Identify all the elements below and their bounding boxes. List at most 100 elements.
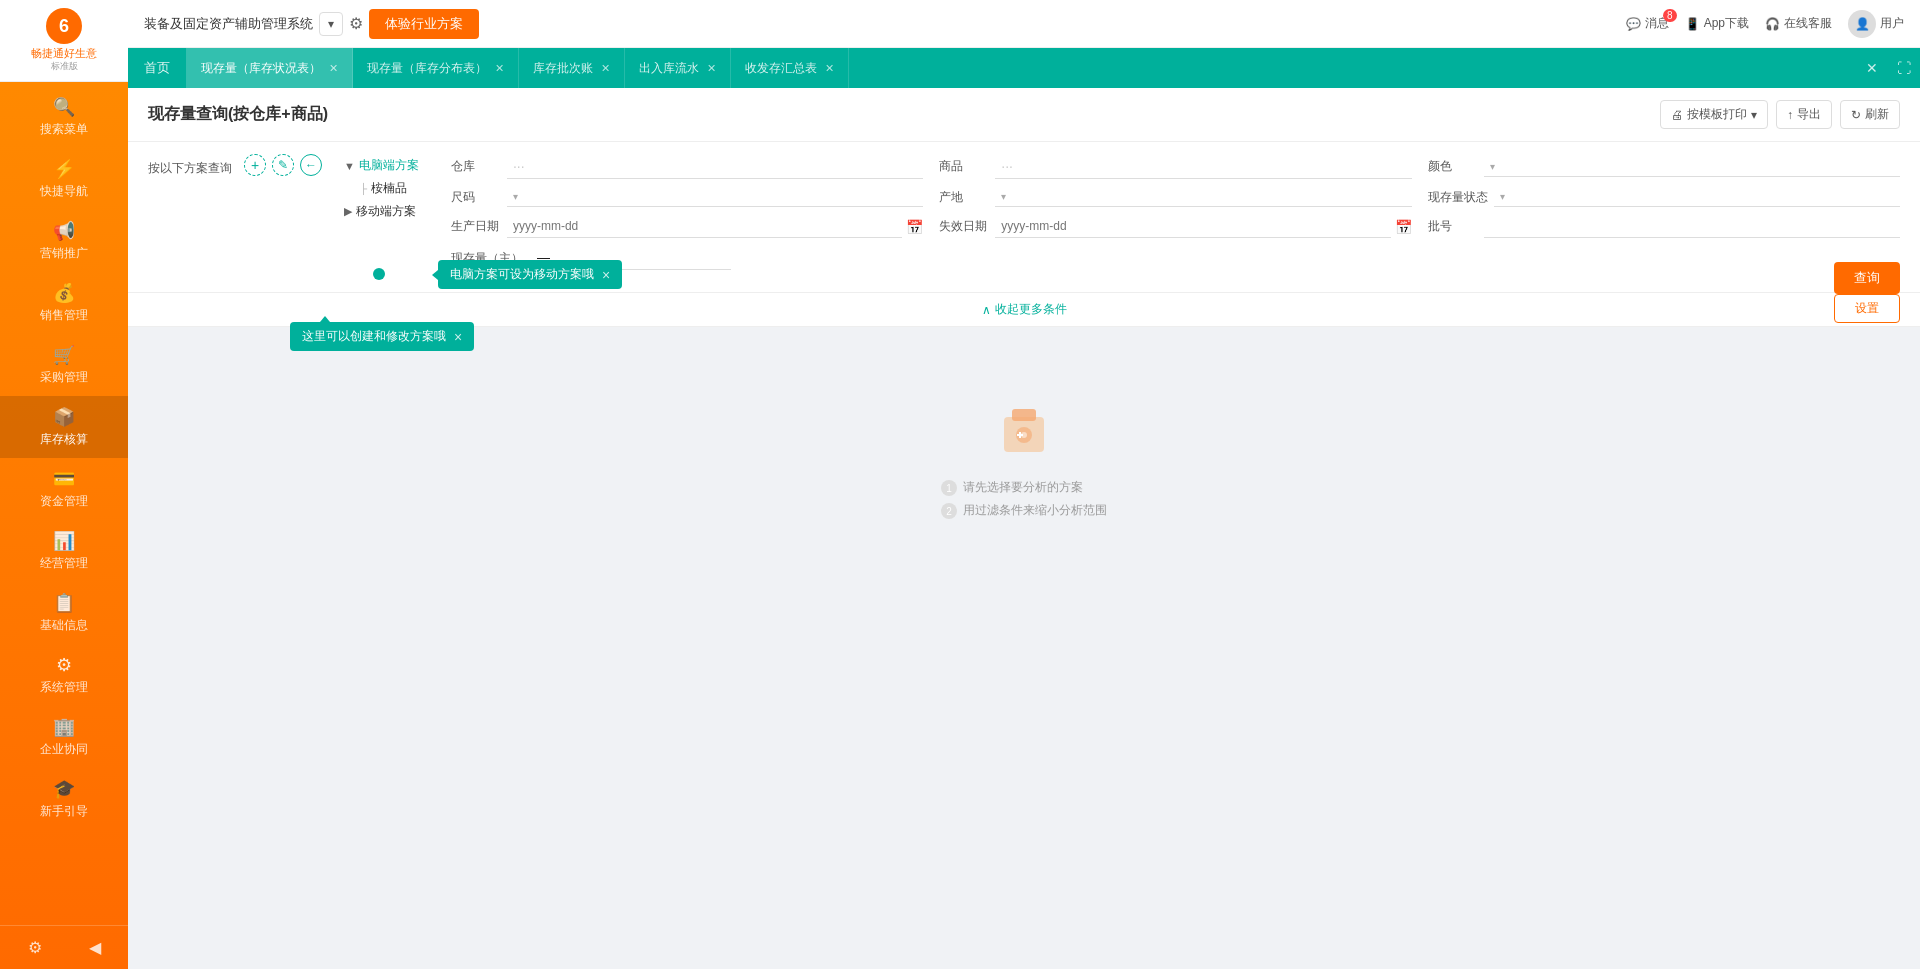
tree-toggle-desktop: ▼ [344,160,355,172]
prod-date-from-input[interactable] [507,215,902,238]
create-scheme-tooltip-close-btn[interactable]: × [454,329,462,345]
warehouse-dots: ··· [513,158,525,174]
goods-select[interactable]: ··· [995,154,1411,179]
stock-status-label: 现存量状态 [1428,189,1488,206]
add-scheme-btn[interactable]: + [244,154,266,176]
sidebar-item-guide[interactable]: 🎓 新手引导 [0,768,128,830]
sidebar-item-marketing[interactable]: 📢 营销推广 [0,210,128,272]
system-dropdown-btn[interactable]: ▾ [319,12,343,36]
empty-state-steps: 1 请先选择要分析的方案 2 用过滤条件来缩小分析范围 [941,479,1107,519]
size-select[interactable]: ▾ [507,187,923,207]
tab-collect-summary[interactable]: 收发存汇总表 ✕ [731,48,849,88]
batch-label: 批号 [1428,218,1478,235]
set-btn[interactable]: 设置 [1834,294,1900,323]
collapse-btn[interactable]: ∧ 收起更多条件 [982,301,1067,318]
origin-select[interactable]: ▾ [995,187,1411,207]
scheme-tree-desktop[interactable]: ▼ 电脑端方案 [344,154,419,177]
tab-batch-account-close[interactable]: ✕ [601,62,610,75]
export-label: 导出 [1797,106,1821,123]
sidebar-item-quick-nav[interactable]: ⚡ 快捷导航 [0,148,128,210]
sidebar-item-finance[interactable]: 💳 资金管理 [0,458,128,520]
sidebar-item-label: 经营管理 [40,555,88,572]
close-tab-btn[interactable]: ✕ [1856,48,1888,88]
sidebar-item-enterprise[interactable]: 🏢 企业协同 [0,706,128,768]
system-name-text: 装备及固定资产辅助管理系统 [144,15,313,33]
prod-date-calendar-icon[interactable]: 📅 [906,219,923,235]
scheme-tooltip-close-btn[interactable]: × [602,267,610,283]
warehouse-label: 仓库 [451,158,501,175]
sidebar-logo: 6 畅捷通好生意 标准版 [0,0,128,82]
sidebar-item-label: 基础信息 [40,617,88,634]
purchase-icon: 🛒 [53,344,75,366]
tab-batch-account-label: 库存批次账 [533,60,593,77]
sidebar-item-inventory[interactable]: 📦 库存核算 [0,396,128,458]
window-btns: ✕ ⛶ [1856,48,1920,88]
scheme-tree-desktop-sub[interactable]: ├ 桉楠品 [360,177,419,200]
filter-stock-main-row: 现存量（主） — [451,246,1900,270]
quick-nav-icon: ⚡ [53,158,75,180]
prod-date-range: 📅 [507,215,923,238]
sidebar-collapse-btn[interactable]: ◀ [85,934,105,961]
tab-inventory-dist[interactable]: 现存量（库存分布表） ✕ [353,48,519,88]
search-btn[interactable]: 查询 [1834,262,1900,294]
scheme-tree-mobile[interactable]: ▶ 移动端方案 [344,200,419,223]
expire-date-calendar-icon[interactable]: 📅 [1395,219,1412,235]
export-btn[interactable]: ↑ 导出 [1776,100,1832,129]
tab-in-out-flow-close[interactable]: ✕ [707,62,716,75]
arrow-scheme-btn[interactable]: ← [300,154,322,176]
tab-collect-summary-label: 收发存汇总表 [745,60,817,77]
sidebar-settings-btn[interactable]: ⚙ [24,934,46,961]
empty-state: 1 请先选择要分析的方案 2 用过滤条件来缩小分析范围 [128,327,1920,579]
sidebar-item-basic-info[interactable]: 📋 基础信息 [0,582,128,644]
sales-icon: 💰 [53,282,75,304]
color-select[interactable]: ▾ [1484,157,1900,177]
sidebar-item-label: 系统管理 [40,679,88,696]
tab-in-out-flow[interactable]: 出入库流水 ✕ [625,48,731,88]
sidebar-item-sales[interactable]: 💰 销售管理 [0,272,128,334]
tab-home-label: 首页 [144,59,170,77]
tab-inventory-status[interactable]: 现存量（库存状况表） ✕ [187,48,353,88]
phone-icon: 📱 [1685,17,1700,31]
expire-date-label: 失效日期 [939,218,989,235]
filter-goods-field: 商品 ··· [939,154,1411,179]
origin-chevron-icon: ▾ [1001,191,1006,202]
svg-rect-1 [1012,409,1036,421]
tab-home[interactable]: 首页 [128,48,187,88]
tree-toggle-mobile: ▶ [344,205,352,218]
search-menu-icon: 🔍 [53,96,75,118]
filter-warehouse-field: 仓库 ··· [451,154,923,179]
sidebar-footer: ⚙ ◀ [0,925,128,969]
header-settings-icon[interactable]: ⚙ [349,14,363,33]
sidebar-item-purchase[interactable]: 🛒 采购管理 [0,334,128,396]
empty-step-1: 1 请先选择要分析的方案 [941,479,1083,496]
dropdown-arrow-icon: ▾ [328,17,334,31]
app-download-label: App下载 [1704,15,1749,32]
edit-scheme-btn[interactable]: ✎ [272,154,294,176]
warehouse-select[interactable]: ··· [507,154,923,179]
tab-batch-account[interactable]: 库存批次账 ✕ [519,48,625,88]
sidebar-item-system[interactable]: ⚙ 系统管理 [0,644,128,706]
origin-label: 产地 [939,189,989,206]
sidebar: 6 畅捷通好生意 标准版 🔍 搜索菜单 ⚡ 快捷导航 📢 营销推广 💰 销售管理… [0,0,128,969]
sidebar-item-search-menu[interactable]: 🔍 搜索菜单 [0,86,128,148]
sidebar-nav: 🔍 搜索菜单 ⚡ 快捷导航 📢 营销推广 💰 销售管理 🛒 采购管理 📦 库存核… [0,82,128,925]
tab-collect-summary-close[interactable]: ✕ [825,62,834,75]
filter-color-field: 颜色 ▾ [1428,154,1900,179]
tab-inventory-status-close[interactable]: ✕ [329,62,338,75]
step2-text: 用过滤条件来缩小分析范围 [963,502,1107,519]
online-support-btn[interactable]: 🎧 在线客服 [1765,15,1832,32]
scheme-mobile-label: 移动端方案 [356,203,416,220]
expire-date-from-input[interactable] [995,215,1390,238]
refresh-btn[interactable]: ↻ 刷新 [1840,100,1900,129]
app-download-btn[interactable]: 📱 App下载 [1685,15,1749,32]
tab-inventory-dist-close[interactable]: ✕ [495,62,504,75]
maximize-tab-btn[interactable]: ⛶ [1888,48,1920,88]
template-print-btn[interactable]: 🖨 按模板打印 ▾ [1660,100,1768,129]
trial-btn[interactable]: 体验行业方案 [369,9,479,39]
msg-btn[interactable]: 💬 消息 8 [1626,15,1669,32]
batch-input[interactable] [1484,215,1900,238]
user-menu-btn[interactable]: 👤 用户 [1848,10,1904,38]
stock-status-select[interactable]: ▾ [1494,187,1900,207]
sidebar-item-operations[interactable]: 📊 经营管理 [0,520,128,582]
sidebar-item-label: 库存核算 [40,431,88,448]
